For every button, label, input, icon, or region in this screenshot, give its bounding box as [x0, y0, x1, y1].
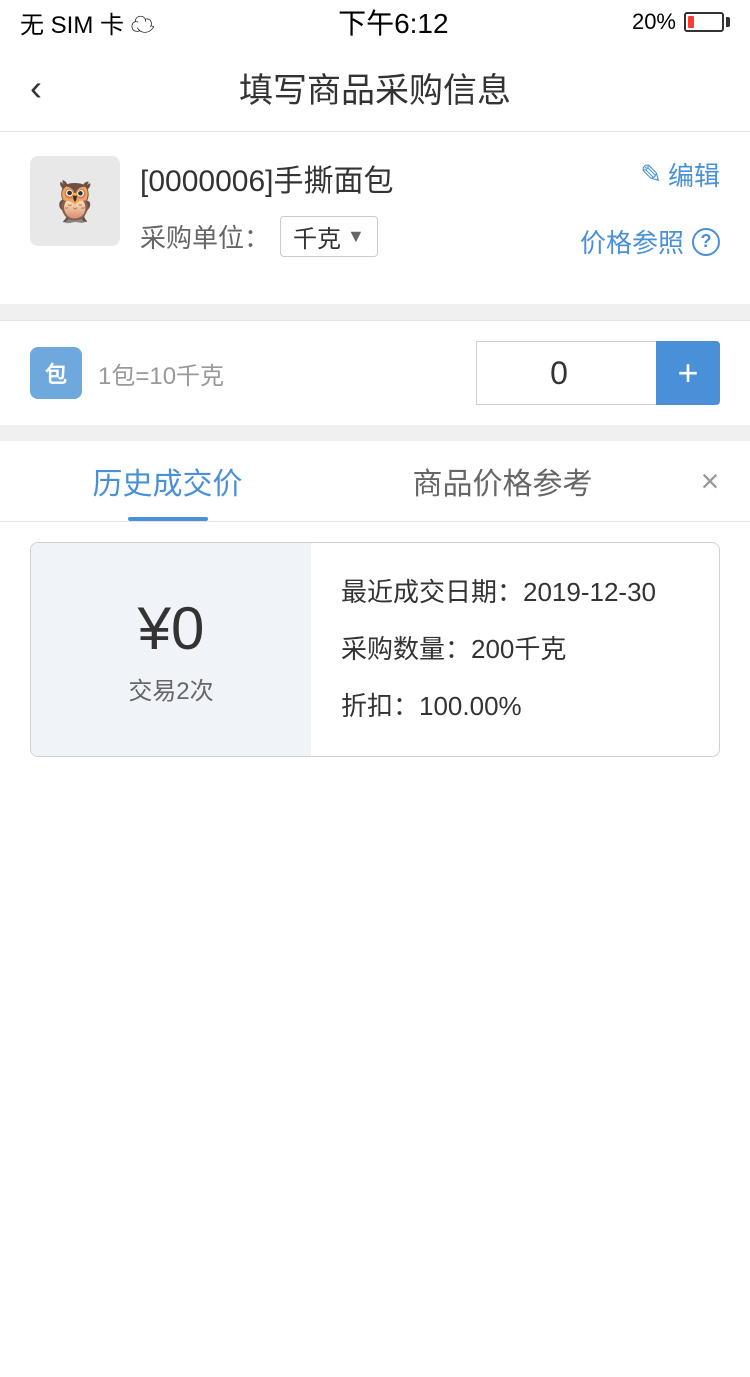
unit-label: 采购单位：	[140, 218, 270, 255]
product-thumbnail: 🦉	[30, 156, 120, 246]
discount-value: 100.00%	[419, 691, 522, 721]
product-header: 🦉 [0000006]手撕面包 采购单位： 千克 ▼ ✎ 编辑 价格参照	[30, 156, 720, 260]
quantity-plus-button[interactable]: +	[656, 341, 720, 405]
quantity-input[interactable]	[476, 341, 656, 405]
price-ref-help-icon: ?	[692, 228, 720, 256]
price-reference-button[interactable]: 价格参照 ?	[580, 223, 720, 260]
tab-history-price[interactable]: 历史成交价	[0, 441, 335, 521]
date-value: 2019-12-30	[523, 577, 656, 607]
quantity-unit-icon: 包	[30, 347, 82, 399]
edit-icon: ✎	[640, 159, 662, 190]
status-bar-time: 下午6:12	[338, 2, 449, 42]
bottom-panel: 历史成交价 商品价格参考 × ¥0 交易2次 最近成交日期：2019-12-30…	[0, 441, 750, 777]
battery-percent: 20%	[632, 9, 676, 35]
price-ref-label: 价格参照	[580, 223, 684, 260]
product-info: 🦉 [0000006]手撕面包 采购单位： 千克 ▼	[30, 156, 393, 257]
currency-symbol: ¥	[138, 595, 171, 662]
edit-label: 编辑	[668, 156, 720, 193]
date-label: 最近成交日期：	[341, 577, 523, 607]
page-body	[0, 777, 750, 1377]
quantity-row: 包 1包=10千克 +	[0, 321, 750, 425]
price-card: ¥0 交易2次 最近成交日期：2019-12-30 采购数量：200千克 折扣：…	[30, 542, 720, 757]
tab-underline	[128, 517, 208, 521]
tab-reference-label: 商品价格参考	[413, 459, 593, 503]
separator-1	[0, 304, 750, 320]
sim-status: 无 SIM 卡 ☁	[20, 5, 155, 40]
product-name: [0000006]手撕面包	[140, 156, 393, 200]
price-card-left: ¥0 交易2次	[31, 543, 311, 756]
tabs-row: 历史成交价 商品价格参考 ×	[0, 441, 750, 522]
status-bar: 无 SIM 卡 ☁ 下午6:12 20%	[0, 0, 750, 44]
plus-icon: +	[677, 352, 698, 394]
quantity-label: 采购数量：	[341, 634, 471, 664]
card-container: ¥0 交易2次 最近成交日期：2019-12-30 采购数量：200千克 折扣：…	[0, 522, 750, 777]
price-detail-date: 最近成交日期：2019-12-30	[341, 573, 689, 612]
separator-2	[0, 425, 750, 441]
product-section: 🦉 [0000006]手撕面包 采购单位： 千克 ▼ ✎ 编辑 价格参照	[0, 132, 750, 304]
trade-count: 交易2次	[128, 671, 213, 706]
tab-product-price-reference[interactable]: 商品价格参考	[335, 441, 670, 521]
status-bar-left: 无 SIM 卡 ☁	[20, 5, 155, 40]
price-amount: ¥0	[138, 594, 205, 663]
status-bar-right: 20%	[632, 9, 730, 35]
quantity-left: 包 1包=10千克	[30, 347, 224, 399]
tab-history-label: 历史成交价	[93, 459, 243, 503]
discount-label: 折扣：	[341, 691, 419, 721]
battery-icon	[684, 12, 730, 32]
product-thumb-icon: 🦉	[50, 178, 100, 225]
unit-value: 千克	[293, 219, 341, 254]
price-card-right: 最近成交日期：2019-12-30 采购数量：200千克 折扣：100.00%	[311, 543, 719, 756]
price-detail-discount: 折扣：100.00%	[341, 687, 689, 726]
battery-body	[684, 12, 724, 32]
quantity-value: 200千克	[471, 634, 566, 664]
back-button[interactable]: ‹	[30, 67, 42, 109]
amount-value: 0	[171, 595, 204, 662]
quantity-sub-label: 1包=10千克	[98, 356, 224, 391]
edit-button[interactable]: ✎ 编辑	[640, 156, 720, 193]
quantity-section: 包 1包=10千克 +	[0, 320, 750, 425]
unit-select[interactable]: 千克 ▼	[280, 216, 378, 257]
product-actions: ✎ 编辑 价格参照 ?	[580, 156, 720, 260]
battery-fill	[688, 16, 694, 28]
nav-bar: ‹ 填写商品采购信息	[0, 44, 750, 132]
battery-tip	[726, 17, 730, 27]
product-unit-row: 采购单位： 千克 ▼	[140, 216, 393, 257]
unit-select-arrow-icon: ▼	[347, 226, 365, 247]
page-title: 填写商品采购信息	[239, 63, 511, 112]
close-button[interactable]: ×	[670, 441, 750, 521]
product-meta: [0000006]手撕面包 采购单位： 千克 ▼	[140, 156, 393, 257]
price-detail-quantity: 采购数量：200千克	[341, 630, 689, 669]
quantity-right: +	[476, 341, 720, 405]
